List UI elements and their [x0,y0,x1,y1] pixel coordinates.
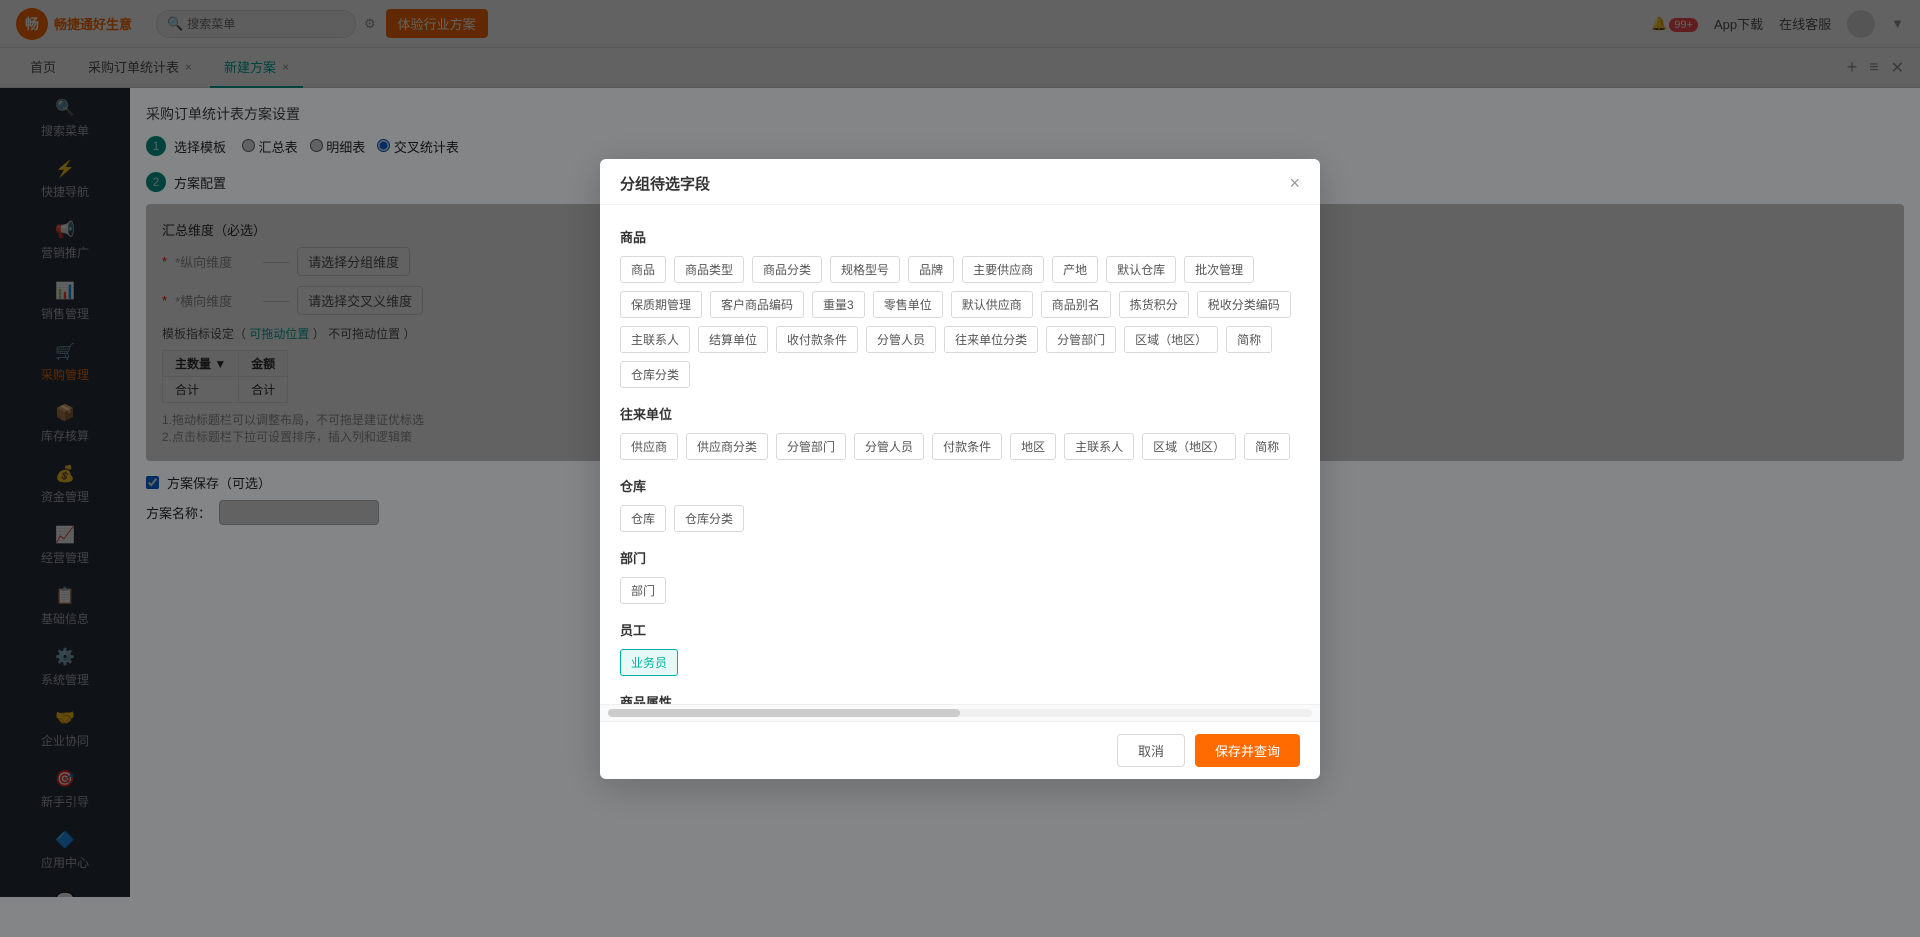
field-default-supplier[interactable]: 默认供应商 [951,291,1033,318]
field-retail-unit[interactable]: 零售单位 [873,291,943,318]
field-dept[interactable]: 部门 [620,577,666,604]
field-expiry-mgmt[interactable]: 保质期管理 [620,291,702,318]
section-title-product: 商品 [620,227,1300,246]
field-main-supplier[interactable]: 主要供应商 [962,256,1044,283]
field-partner-short[interactable]: 简称 [1244,433,1290,460]
field-salesperson[interactable]: 业务员 [620,649,678,676]
field-tax-code[interactable]: 税收分类编码 [1197,291,1291,318]
field-partner-dept[interactable]: 分管部门 [776,433,846,460]
field-region[interactable]: 区域（地区） [1124,326,1218,353]
field-partner-payment[interactable]: 付款条件 [932,433,1002,460]
field-partner-area[interactable]: 区域（地区） [1142,433,1236,460]
field-weight3[interactable]: 重量3 [812,291,865,318]
field-grid-partner: 供应商 供应商分类 分管部门 分管人员 付款条件 地区 主联系人 区域（地区） … [620,433,1300,460]
field-warehouse-category[interactable]: 仓库分类 [620,361,690,388]
section-title-employee: 员工 [620,620,1300,639]
field-supplier[interactable]: 供应商 [620,433,678,460]
field-settle-unit[interactable]: 结算单位 [698,326,768,353]
modal-body: 商品 商品 商品类型 商品分类 规格型号 品牌 主要供应商 产地 默认仓库 批次… [600,205,1320,704]
field-brand[interactable]: 品牌 [908,256,954,283]
field-default-warehouse[interactable]: 默认仓库 [1106,256,1176,283]
field-product-category[interactable]: 商品分类 [752,256,822,283]
field-pick-points[interactable]: 拣货积分 [1119,291,1189,318]
field-partner-contact[interactable]: 主联系人 [1064,433,1134,460]
field-supplier-category[interactable]: 供应商分类 [686,433,768,460]
field-partner-mgr[interactable]: 分管人员 [854,433,924,460]
field-warehouse[interactable]: 仓库 [620,505,666,532]
modal-title: 分组待选字段 [620,173,710,194]
modal-close-btn[interactable]: × [1289,174,1300,192]
hscroll-track[interactable] [608,709,1312,717]
field-product-alias[interactable]: 商品别名 [1041,291,1111,318]
field-origin[interactable]: 产地 [1052,256,1098,283]
field-grid-dept: 部门 [620,577,1300,604]
section-title-dept: 部门 [620,548,1300,567]
field-manager-staff[interactable]: 分管人员 [866,326,936,353]
modal: 分组待选字段 × 商品 商品 商品类型 商品分类 规格型号 品牌 主要供应商 产… [600,159,1320,779]
field-customer-code[interactable]: 客户商品编码 [710,291,804,318]
save-query-button[interactable]: 保存并查询 [1195,734,1300,767]
section-title-attr: 商品属性 [620,692,1300,704]
modal-overlay: 分组待选字段 × 商品 商品 商品类型 商品分类 规格型号 品牌 主要供应商 产… [0,0,1920,937]
field-mgmt-dept[interactable]: 分管部门 [1046,326,1116,353]
cancel-button[interactable]: 取消 [1117,734,1185,767]
field-short-name[interactable]: 简称 [1226,326,1272,353]
field-payment-terms[interactable]: 收付款条件 [776,326,858,353]
field-main-contact[interactable]: 主联系人 [620,326,690,353]
hscroll-thumb [608,709,960,717]
field-partner-region[interactable]: 地区 [1010,433,1056,460]
modal-hscroll [600,704,1320,721]
field-spec-model[interactable]: 规格型号 [830,256,900,283]
field-grid-product: 商品 商品类型 商品分类 规格型号 品牌 主要供应商 产地 默认仓库 批次管理 … [620,256,1300,388]
field-grid-employee: 业务员 [620,649,1300,676]
section-title-warehouse: 仓库 [620,476,1300,495]
modal-header: 分组待选字段 × [600,159,1320,205]
field-batch-mgmt[interactable]: 批次管理 [1184,256,1254,283]
field-partner-category[interactable]: 往来单位分类 [944,326,1038,353]
modal-footer: 取消 保存并查询 [600,721,1320,779]
section-title-partner: 往来单位 [620,404,1300,423]
field-product[interactable]: 商品 [620,256,666,283]
field-grid-warehouse: 仓库 仓库分类 [620,505,1300,532]
field-product-type[interactable]: 商品类型 [674,256,744,283]
field-warehouse-cat[interactable]: 仓库分类 [674,505,744,532]
